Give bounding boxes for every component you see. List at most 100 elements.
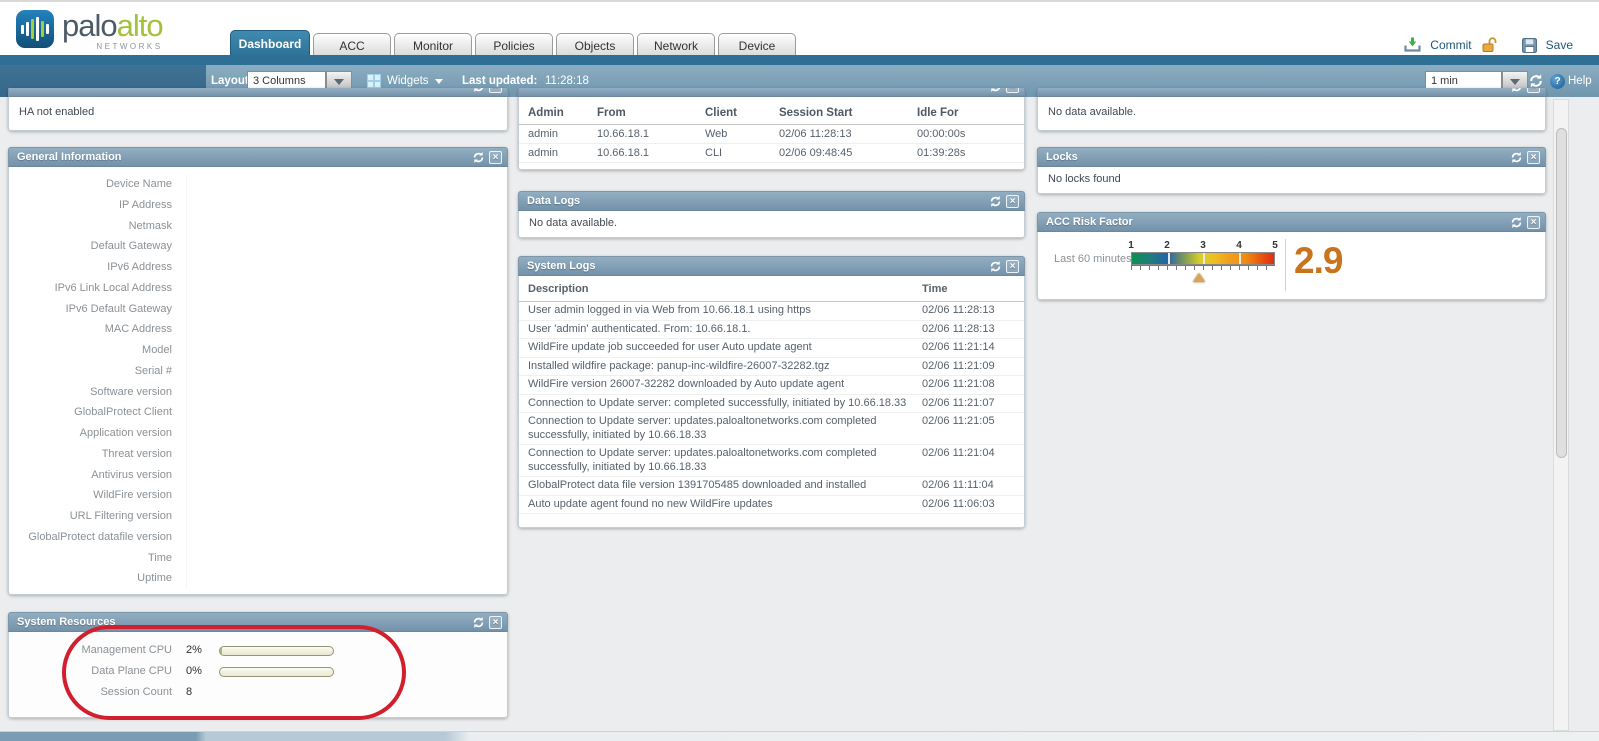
widget-close-icon[interactable]: ×: [1006, 88, 1019, 93]
widget-close-icon[interactable]: ×: [1527, 151, 1540, 164]
paloalto-logo-text: paloalto NETWORKS: [62, 10, 164, 51]
widget-refresh-icon[interactable]: [472, 88, 485, 93]
save-button[interactable]: Save: [1546, 38, 1573, 52]
high-availability-widget: × HA not enabled: [8, 88, 508, 131]
widgets-grid-icon: [367, 73, 381, 88]
gauge-scale-number: 4: [1236, 240, 1242, 251]
widget-close-icon[interactable]: ×: [489, 88, 502, 93]
widget-close-icon[interactable]: ×: [489, 151, 502, 164]
tab-network[interactable]: Network: [637, 33, 715, 57]
column-description: Description: [528, 283, 589, 295]
tab-dashboard[interactable]: Dashboard: [230, 30, 310, 57]
general-info-label: Application version: [79, 427, 172, 439]
widget-close-icon[interactable]: ×: [1006, 260, 1019, 273]
risk-gauge-bar: [1131, 252, 1275, 265]
lock-icon[interactable]: [1481, 37, 1497, 53]
resource-label: Data Plane CPU: [91, 665, 172, 677]
tab-monitor[interactable]: Monitor: [394, 33, 472, 57]
general-info-value: [186, 257, 507, 278]
system-resources-widget: System Resources × Management CPU 2% Data …: [8, 612, 508, 718]
general-info-value: [186, 423, 507, 444]
system-resources-widget-header: System Resources ×: [8, 612, 508, 632]
widget-close-icon[interactable]: ×: [1006, 195, 1019, 208]
admin-cell: 10.66.18.1: [597, 147, 649, 159]
general-info-row: Serial #: [9, 361, 507, 382]
admin-cell: 10.66.18.1: [597, 128, 649, 140]
system-resource-row: Session Count 8: [9, 682, 507, 703]
system-log-row: WildFire version 26007-32282 downloaded …: [519, 376, 1024, 395]
admins-table: Admin From Client Session Start Idle For admi…: [519, 97, 1024, 163]
widget-refresh-icon[interactable]: [989, 88, 1002, 93]
system-logs-widget: System Logs × Description Time User admi…: [518, 256, 1025, 528]
log-description: Connection to Update server: updates.pal…: [528, 415, 877, 441]
acc-risk-factor-widget-header: ACC Risk Factor ×: [1037, 212, 1546, 232]
widget-refresh-icon[interactable]: [1510, 88, 1523, 93]
widget-refresh-icon[interactable]: [989, 260, 1002, 273]
widget-refresh-icon[interactable]: [1510, 216, 1523, 229]
system-resource-row: Management CPU 2%: [9, 640, 507, 661]
widget-title: Data Logs: [527, 195, 581, 207]
system-resources-rows: Management CPU 2% Data Plane CPU 0% Session …: [9, 632, 507, 703]
system-resource-row: Data Plane CPU 0%: [9, 661, 507, 682]
resource-usage-bar: [219, 666, 334, 677]
general-info-label: URL Filtering version: [69, 510, 172, 522]
log-description: Connection to Update server: updates.pal…: [528, 447, 877, 473]
widget-refresh-icon[interactable]: [472, 151, 485, 164]
resource-value: 2%: [186, 644, 202, 656]
vertical-scrollbar-thumb[interactable]: [1555, 128, 1567, 458]
widget-close-icon[interactable]: ×: [489, 616, 502, 629]
log-description: WildFire update job succeeded for user A…: [528, 341, 812, 353]
help-icon: ?: [1550, 73, 1565, 89]
system-logs-table-header: Description Time: [519, 276, 1024, 302]
no-data-message: No data available.: [1048, 106, 1137, 118]
gauge-scale-number: 3: [1200, 240, 1206, 251]
log-time: 02/06 11:21:04: [922, 447, 995, 459]
system-log-row: Connection to Update server: completed s…: [519, 395, 1024, 413]
acc-risk-factor-widget: ACC Risk Factor × Last 60 minutes 12345 …: [1037, 212, 1546, 300]
widget-close-icon[interactable]: ×: [1527, 216, 1540, 229]
general-info-label: Serial #: [134, 364, 172, 377]
help-button[interactable]: ? Help: [1550, 65, 1592, 97]
system-log-row: Auto update agent found no new WildFire …: [519, 496, 1024, 514]
widget-refresh-icon[interactable]: [989, 195, 1002, 208]
risk-pointer-icon: [1193, 273, 1206, 282]
widget-close-icon[interactable]: ×: [1527, 88, 1540, 93]
general-info-label: MAC Address: [104, 323, 172, 336]
vertical-scrollbar[interactable]: [1553, 99, 1569, 731]
log-time: 02/06 11:21:05: [922, 415, 995, 427]
gauge-scale-number: 2: [1164, 240, 1170, 251]
admin-cell: admin: [528, 128, 558, 140]
general-info-row: IP Address: [9, 195, 507, 216]
general-info-value: [186, 527, 507, 548]
general-info-row: GlobalProtect Client: [9, 402, 507, 423]
locks-widget: Locks × No locks found: [1037, 147, 1546, 194]
general-info-value: [186, 382, 507, 403]
general-info-value: [186, 548, 507, 569]
system-logs-rows: User admin logged in via Web from 10.66.…: [519, 302, 1024, 514]
log-time: 02/06 11:21:09: [922, 359, 995, 372]
resource-label: Session Count: [100, 686, 172, 698]
tab-policies[interactable]: Policies: [475, 33, 553, 57]
general-info-value: [186, 465, 507, 486]
system-log-row: User 'admin' authenticated. From: 10.66.…: [519, 321, 1024, 339]
widget-refresh-icon[interactable]: [1510, 151, 1523, 164]
commit-button[interactable]: Commit: [1430, 38, 1471, 52]
tab-acc[interactable]: ACC: [313, 33, 391, 57]
general-info-row: IPv6 Link Local Address: [9, 278, 507, 299]
commit-icon[interactable]: [1404, 37, 1421, 53]
resource-value: 0%: [186, 665, 202, 677]
system-log-row: User admin logged in via Web from 10.66.…: [519, 302, 1024, 321]
log-time: 02/06 11:21:14: [922, 341, 995, 353]
general-info-label: WildFire version: [93, 489, 172, 502]
widget-refresh-icon[interactable]: [472, 616, 485, 629]
tab-objects[interactable]: Objects: [556, 33, 634, 57]
config-logs-widget-header: ×: [1037, 88, 1546, 97]
general-info-value: [186, 402, 507, 423]
general-information-widget: General Information × Device Name IP Addr…: [8, 147, 508, 595]
tab-device[interactable]: Device: [718, 33, 796, 57]
system-log-row: Connection to Update server: updates.pal…: [519, 445, 1024, 477]
general-info-row: Device Name: [9, 174, 507, 195]
resource-value: 8: [186, 686, 193, 698]
admin-cell: CLI: [705, 147, 723, 159]
save-icon[interactable]: [1521, 37, 1537, 53]
